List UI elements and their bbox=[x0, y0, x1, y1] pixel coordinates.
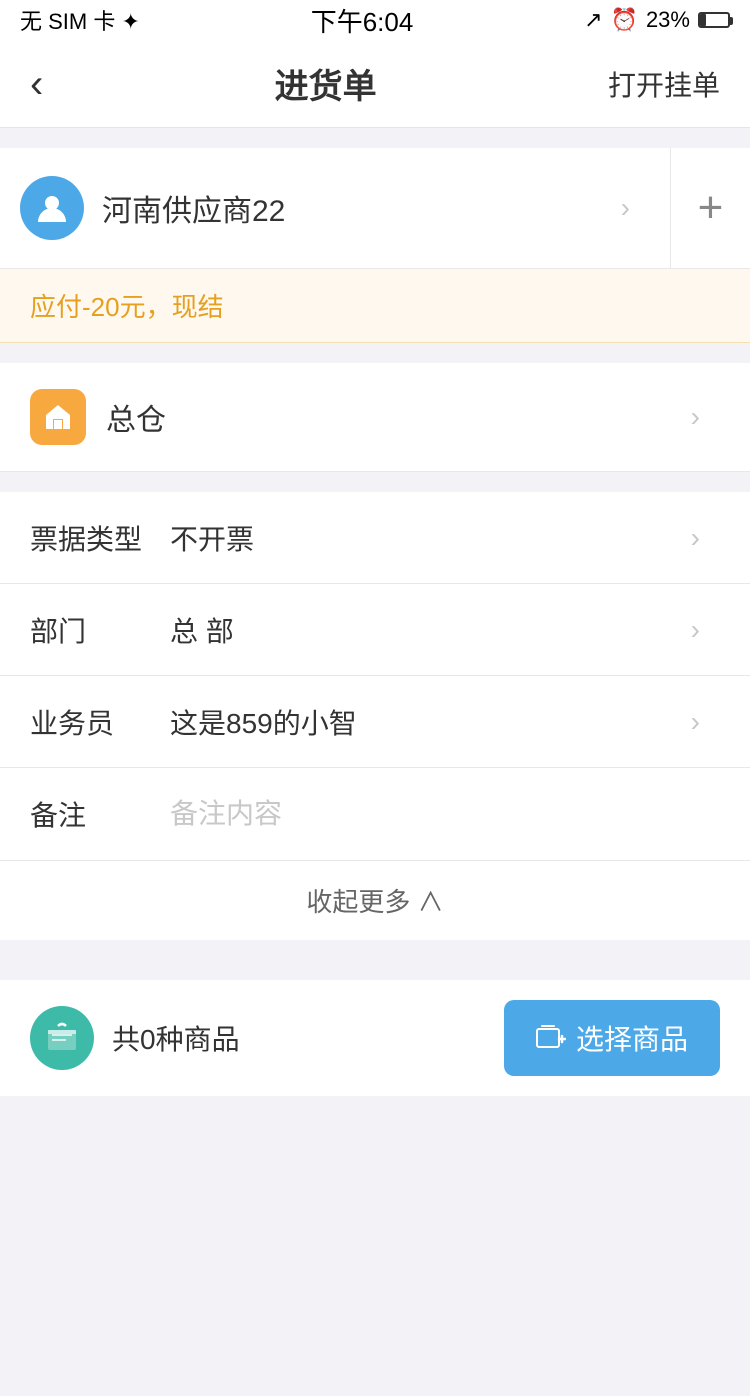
back-button[interactable]: ‹ bbox=[30, 64, 43, 104]
status-time: 下午6:04 bbox=[311, 2, 414, 39]
warehouse-icon bbox=[42, 401, 74, 433]
warehouse-section: 总仓 › bbox=[0, 363, 750, 472]
notice-banner: 应付-20元，现结 bbox=[0, 269, 750, 343]
remark-value[interactable] bbox=[160, 798, 720, 830]
remark-input[interactable] bbox=[170, 798, 720, 830]
add-supplier-button[interactable]: + bbox=[670, 148, 750, 268]
bottom-bar: 共0种商品 选择商品 bbox=[0, 980, 750, 1096]
select-goods-icon bbox=[536, 1024, 566, 1052]
warehouse-icon-wrap bbox=[30, 389, 86, 445]
warehouse-chevron: › bbox=[691, 401, 700, 433]
select-goods-label: 选择商品 bbox=[576, 1018, 688, 1058]
status-right: ↗ ⏰ 23% bbox=[584, 7, 730, 33]
salesperson-label: 业务员 bbox=[30, 702, 160, 742]
alarm-icon: ⏰ bbox=[611, 7, 638, 33]
status-left: 无 SIM 卡 ✦ bbox=[20, 4, 140, 36]
invoice-type-row[interactable]: 票据类型 不开票 › bbox=[0, 492, 750, 584]
form-section: 票据类型 不开票 › 部门 总 部 › 业务员 这是859的小智 › 备注 bbox=[0, 492, 750, 860]
goods-icon-wrap bbox=[30, 1006, 94, 1070]
supplier-row[interactable]: 河南供应商22 › bbox=[0, 148, 670, 268]
collapse-label: 收起更多 ∧ bbox=[306, 882, 443, 919]
location-icon: ↗ bbox=[584, 7, 602, 33]
goods-icon bbox=[44, 1020, 80, 1056]
department-label: 部门 bbox=[30, 610, 160, 650]
department-chevron: › bbox=[691, 614, 700, 646]
department-value: 总 部 bbox=[160, 610, 691, 650]
goods-count: 共0种商品 bbox=[112, 1018, 504, 1058]
department-row[interactable]: 部门 总 部 › bbox=[0, 584, 750, 676]
page-background bbox=[0, 1096, 750, 1396]
sim-label: 无 SIM 卡 ✦ bbox=[20, 4, 140, 36]
warehouse-name: 总仓 bbox=[106, 395, 691, 439]
remark-row[interactable]: 备注 bbox=[0, 768, 750, 860]
battery-icon bbox=[698, 12, 730, 28]
salesperson-chevron: › bbox=[691, 706, 700, 738]
supplier-section: 河南供应商22 › + bbox=[0, 148, 750, 269]
person-icon bbox=[34, 190, 70, 226]
salesperson-row[interactable]: 业务员 这是859的小智 › bbox=[0, 676, 750, 768]
collapse-row[interactable]: 收起更多 ∧ bbox=[0, 860, 750, 940]
invoice-chevron: › bbox=[691, 522, 700, 554]
remark-label: 备注 bbox=[30, 794, 160, 834]
page-title: 进货单 bbox=[275, 59, 377, 108]
supplier-avatar bbox=[20, 176, 84, 240]
status-bar: 无 SIM 卡 ✦ 下午6:04 ↗ ⏰ 23% bbox=[0, 0, 750, 40]
invoice-type-label: 票据类型 bbox=[30, 518, 160, 558]
gap-1 bbox=[0, 128, 750, 148]
open-pending-button[interactable]: 打开挂单 bbox=[608, 64, 720, 104]
supplier-name: 河南供应商22 bbox=[102, 186, 603, 230]
battery-label: 23% bbox=[646, 7, 690, 33]
select-goods-button[interactable]: 选择商品 bbox=[504, 1000, 720, 1076]
nav-bar: ‹ 进货单 打开挂单 bbox=[0, 40, 750, 128]
invoice-type-value: 不开票 bbox=[160, 518, 691, 558]
warehouse-row[interactable]: 总仓 › bbox=[0, 363, 750, 472]
salesperson-value: 这是859的小智 bbox=[160, 702, 691, 742]
gap-2 bbox=[0, 940, 750, 960]
supplier-chevron: › bbox=[621, 192, 630, 224]
